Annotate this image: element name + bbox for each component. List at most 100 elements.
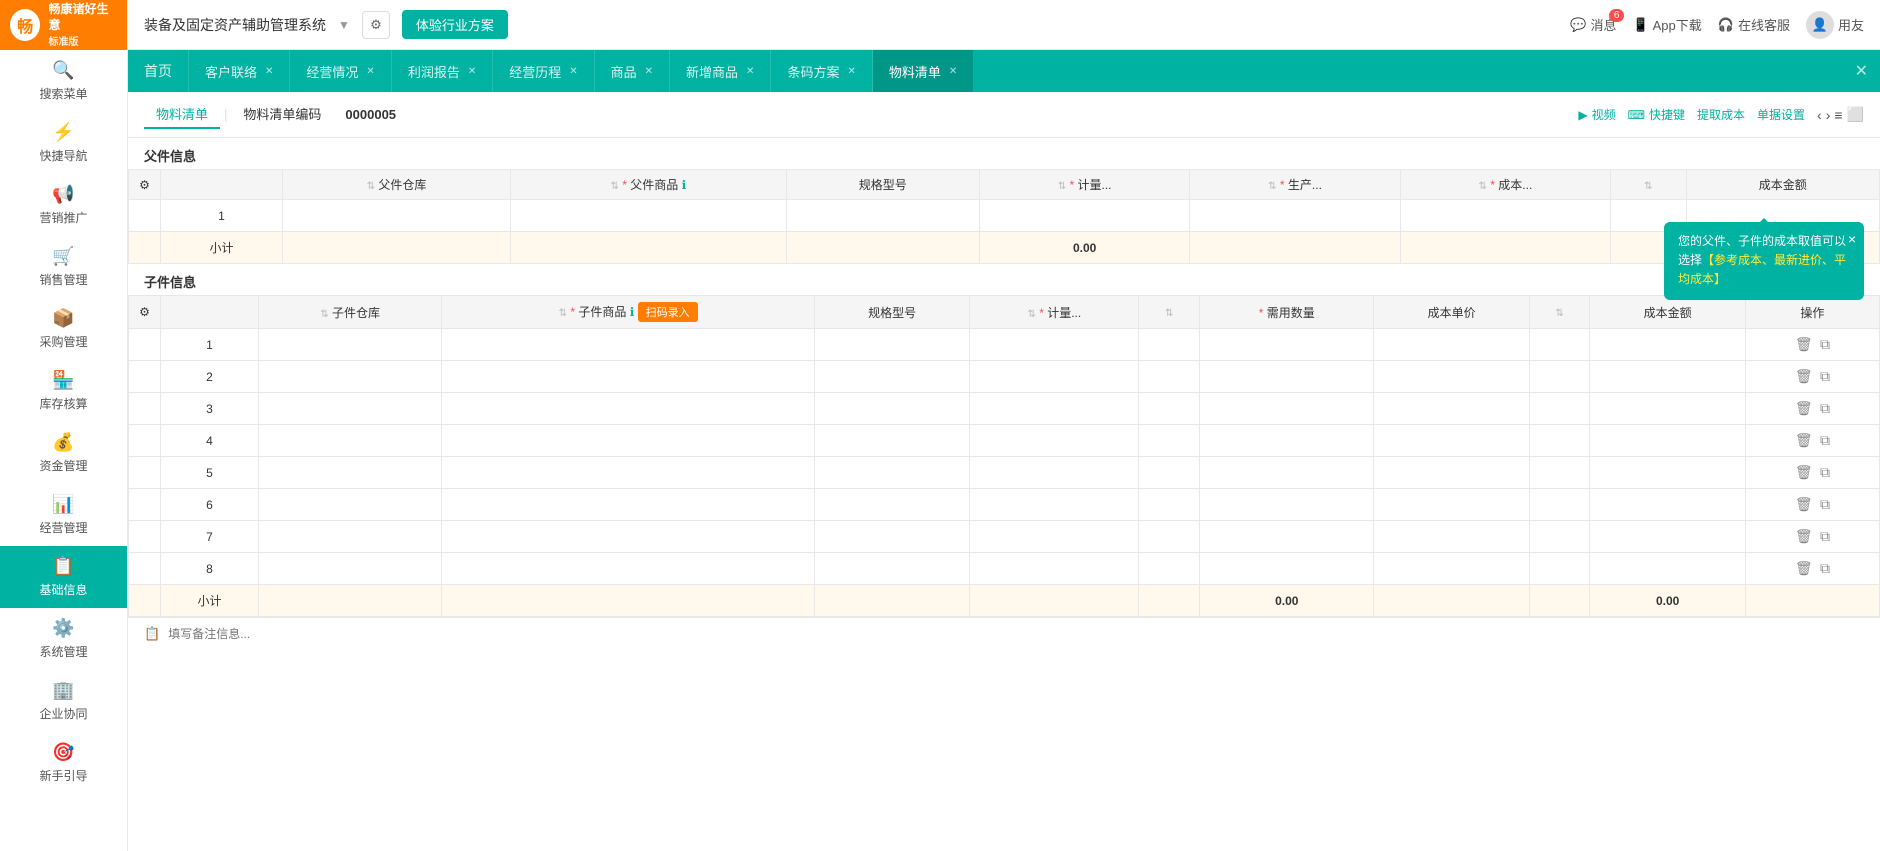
copy-row-button[interactable]: ⧉	[1818, 558, 1832, 579]
child-col-sort2: ⇅	[1529, 296, 1590, 329]
scan-button[interactable]: 扫码录入	[638, 302, 698, 322]
next-arrow[interactable]: ›	[1826, 107, 1831, 123]
nav-tab-new-goods[interactable]: 新增商品✕	[670, 50, 771, 92]
child-section-title: 子件信息	[128, 264, 1880, 295]
nav-tab-profit[interactable]: 利润报告 ✕	[392, 50, 493, 92]
content-area: 物料清单 | 物料清单编码 0000005 ▶ 视频 ⌨ 快捷键 提取成本	[128, 92, 1880, 851]
sidebar-item-enterprise[interactable]: 🏢企业协同	[0, 670, 127, 732]
parent-col-warehouse: ⇅ 父件仓库	[282, 170, 510, 200]
delete-row-button[interactable]: 🗑	[1793, 462, 1815, 483]
delete-row-button[interactable]: 🗑	[1793, 334, 1815, 355]
online-service-button[interactable]: 🎧 在线客服	[1718, 15, 1790, 34]
sidebar-item-search[interactable]: 🔍搜索菜单	[0, 50, 127, 112]
app-download-button[interactable]: 📱 App下载	[1632, 15, 1701, 34]
sidebar-item-marketing[interactable]: 📢 营销推广	[0, 174, 127, 236]
sidebar-item-operations[interactable]: 📊经营管理	[0, 484, 127, 546]
sidebar-item-guide[interactable]: 🎯新手引导	[0, 732, 127, 794]
sidebar-label-search: 搜索菜单	[39, 85, 87, 102]
child-col-num	[161, 296, 259, 329]
sidebar-icon-enterprise: 🏢	[52, 680, 74, 701]
tooltip-close-button[interactable]: ×	[1848, 228, 1856, 250]
shortcut-action[interactable]: ⌨ 快捷键	[1628, 106, 1685, 123]
delete-row-button[interactable]: 🗑	[1793, 430, 1815, 451]
nav-tab-home[interactable]: 首页	[128, 50, 189, 92]
header-left: 装备及固定资产辅助管理系统 ▼ ⚙ 体验行业方案	[144, 10, 508, 39]
nav-tab-customer[interactable]: 客户联络✕	[189, 50, 290, 92]
message-button[interactable]: 💬 消息 6	[1570, 15, 1616, 34]
sidebar-label-purchase: 采购管理	[39, 333, 87, 350]
sidebar-item-finance[interactable]: 💰资金管理	[0, 422, 127, 484]
nav-tab-close-operations[interactable]: ✕	[366, 66, 374, 77]
sidebar-label-sales: 销售管理	[39, 271, 87, 288]
copy-row-button[interactable]: ⧉	[1818, 462, 1832, 483]
nav-tab-close-profit[interactable]: ✕	[468, 66, 476, 77]
sidebar-label-marketing: 营销推广	[39, 209, 87, 226]
parent-col-cost-amount: 成本金额	[1686, 170, 1879, 200]
nav-tab-close-barcode[interactable]: ✕	[847, 66, 855, 77]
single-setting-action[interactable]: 单据设置	[1757, 106, 1805, 123]
nav-tab-goods[interactable]: 商品✕	[595, 50, 670, 92]
user-menu[interactable]: 👤 用友	[1806, 11, 1864, 39]
sidebar-item-sales[interactable]: 🛒销售管理	[0, 236, 127, 298]
nav-tab-label-bom: 物料清单	[889, 62, 941, 81]
parent-col-settings[interactable]: ⚙	[129, 170, 161, 200]
view-action[interactable]: ▶ 视频	[1578, 106, 1615, 123]
delete-row-button[interactable]: 🗑	[1793, 366, 1815, 387]
menu-icon[interactable]: ≡	[1834, 107, 1842, 123]
copy-row-button[interactable]: ⧉	[1818, 398, 1832, 419]
nav-tab-barcode[interactable]: 条码方案✕	[771, 50, 872, 92]
child-col-cost-amount: 成本金额	[1590, 296, 1745, 329]
parent-col-cost: ⇅ * 成本...	[1400, 170, 1610, 200]
trial-button[interactable]: 体验行业方案	[402, 10, 508, 39]
copy-row-button[interactable]: ⧉	[1818, 366, 1832, 387]
sidebar-icon-marketing: 📢	[52, 184, 74, 205]
settings-button[interactable]: ⚙	[362, 11, 390, 39]
nav-tab-close-goods[interactable]: ✕	[645, 66, 653, 77]
nav-tab-label-profit: 利润报告	[408, 62, 460, 81]
child-row: 6 🗑 ⧉	[129, 489, 1880, 521]
logo-sub-text: 标准版	[48, 33, 117, 48]
message-badge: 6	[1609, 9, 1625, 22]
child-row: 7 🗑 ⧉	[129, 521, 1880, 553]
nav-tab-history[interactable]: 经营历程✕	[493, 50, 594, 92]
system-dropdown-icon[interactable]: ▼	[338, 18, 350, 32]
delete-row-button[interactable]: 🗑	[1793, 558, 1815, 579]
copy-row-button[interactable]: ⧉	[1818, 430, 1832, 451]
delete-row-button[interactable]: 🗑	[1793, 526, 1815, 547]
nav-tab-close-new-goods[interactable]: ✕	[746, 66, 754, 77]
sidebar-logo: 畅 畅康诸好生意 标准版	[0, 0, 127, 50]
nav-tab-operations[interactable]: 经营情况✕	[290, 50, 391, 92]
nav-tab-close-history[interactable]: ✕	[569, 66, 577, 77]
close-all-tabs-icon[interactable]: ✕	[1843, 61, 1880, 81]
sidebar-item-quick-nav[interactable]: ⚡快捷导航	[0, 112, 127, 174]
gear-icon: ⚙	[139, 178, 150, 192]
delete-row-button[interactable]: 🗑	[1793, 398, 1815, 419]
sub-tab-bom-list[interactable]: 物料清单	[144, 100, 220, 129]
copy-row-button[interactable]: ⧉	[1818, 526, 1832, 547]
sidebar-icon-guide: 🎯	[52, 742, 74, 763]
copy-row-button[interactable]: ⧉	[1818, 494, 1832, 515]
remark-input[interactable]	[168, 627, 1864, 641]
prev-arrow[interactable]: ‹	[1817, 107, 1822, 123]
child-table: ⚙ ⇅ 子件仓库 ⇅ * 子件商品 ℹ 扫码录入 规格型号 ⇅ * 计量... …	[128, 295, 1880, 617]
sidebar-item-inventory[interactable]: 🏪库存核算	[0, 360, 127, 422]
sidebar-item-system[interactable]: ⚙️系统管理	[0, 608, 127, 670]
parent-col-spec: 规格型号	[786, 170, 979, 200]
nav-tab-close-bom[interactable]: ✕	[949, 66, 957, 77]
doc-number: 0000005	[345, 107, 396, 122]
sidebar-label-basic-info: 基础信息	[39, 581, 87, 598]
sidebar-icon-system: ⚙️	[52, 618, 74, 639]
sidebar-item-basic-info[interactable]: 📋基础信息	[0, 546, 127, 608]
delete-row-button[interactable]: 🗑	[1793, 494, 1815, 515]
nav-tab-close-customer[interactable]: ✕	[265, 66, 273, 77]
parent-subtotal-row: 小计 0.00 0.00	[129, 232, 1880, 264]
expand-icon[interactable]: ⬜	[1847, 106, 1864, 123]
copy-row-button[interactable]: ⧉	[1818, 334, 1832, 355]
sub-tab-bom-code[interactable]: 物料清单编码	[231, 100, 333, 129]
nav-tab-bom[interactable]: 物料清单 ✕	[873, 50, 974, 92]
cost-action[interactable]: 提取成本	[1697, 106, 1745, 123]
child-col-settings[interactable]: ⚙	[129, 296, 161, 329]
sidebar-item-purchase[interactable]: 📦采购管理	[0, 298, 127, 360]
parent-col-production: ⇅ * 生产...	[1190, 170, 1400, 200]
tooltip-box: × 您的父件、子件的成本取值可以选择【参考成本、最新进价、平均成本】	[1664, 222, 1864, 300]
